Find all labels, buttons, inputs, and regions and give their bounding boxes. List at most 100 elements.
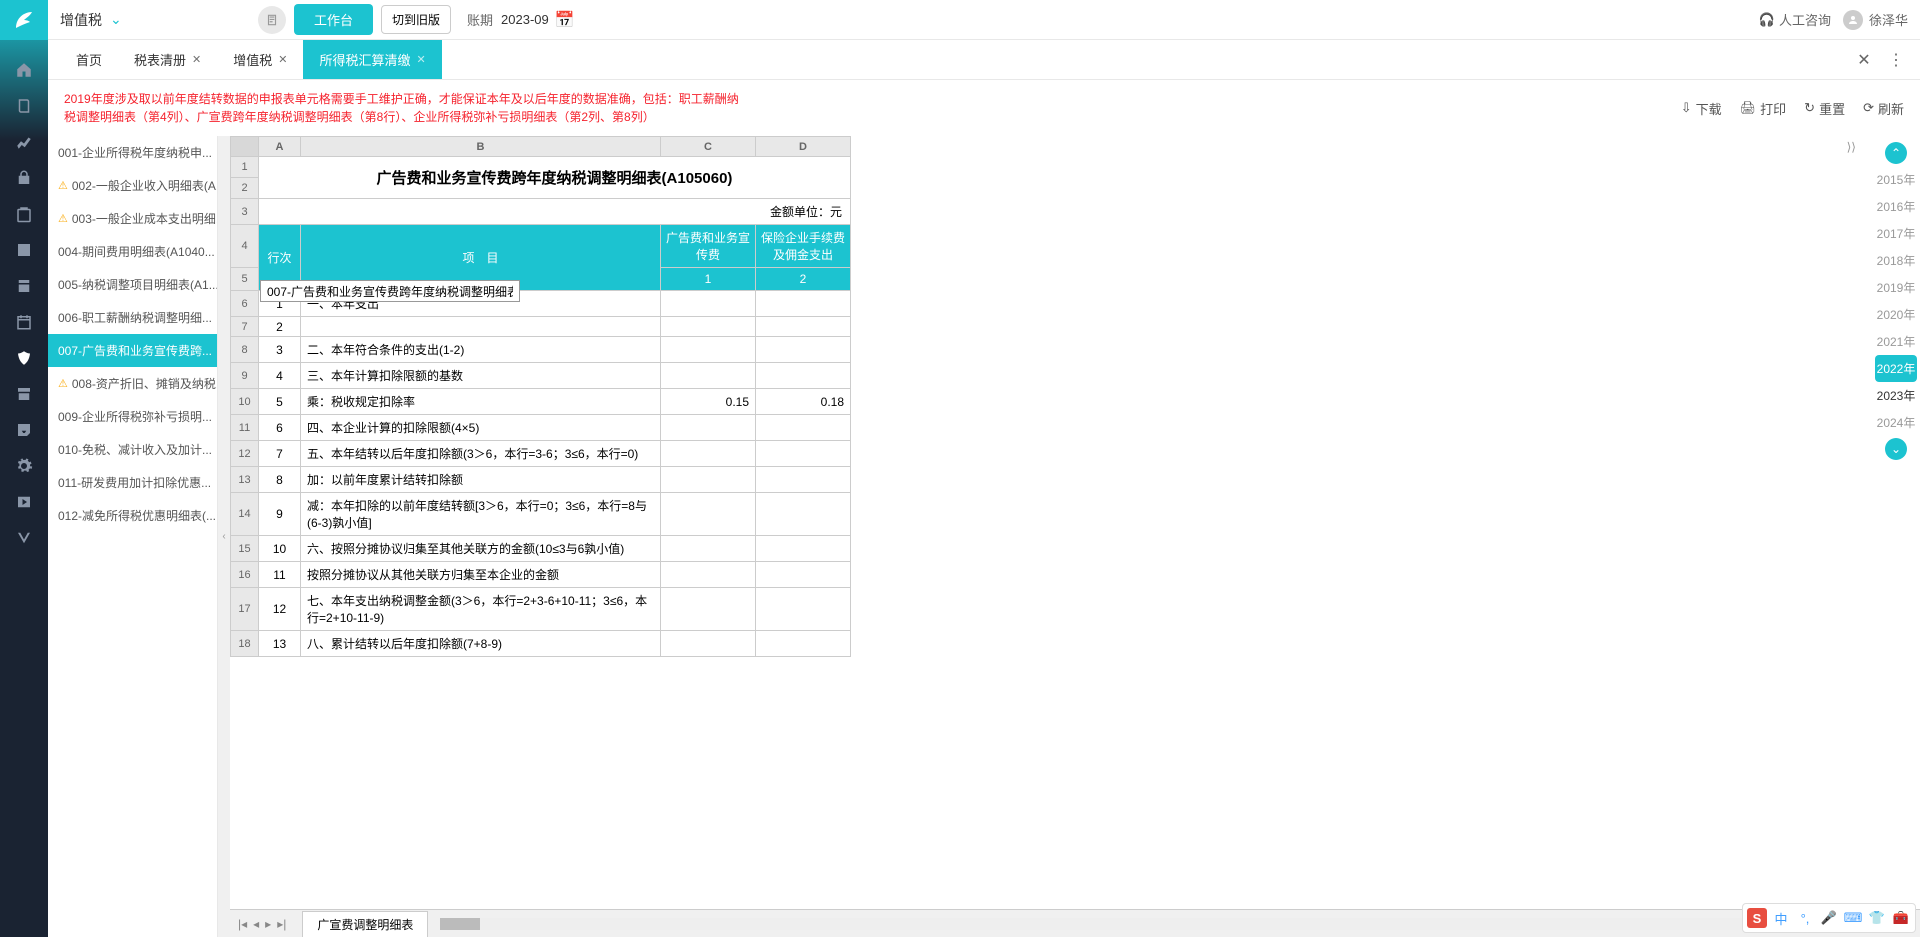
form-list-item[interactable]: 004-期间费用明细表(A1040... [48, 235, 217, 268]
value-cell[interactable] [756, 291, 851, 317]
switch-old-button[interactable]: 切到旧版 [381, 5, 451, 34]
value-cell[interactable] [756, 588, 851, 631]
doc-switch-button[interactable] [258, 6, 286, 34]
period-value[interactable]: 2023-09 [501, 12, 549, 27]
seq-cell[interactable]: 7 [259, 441, 301, 467]
row-header[interactable]: 12 [231, 441, 259, 467]
value-cell[interactable] [661, 467, 756, 493]
ime-keyboard-icon[interactable]: ⌨ [1843, 908, 1863, 928]
close-all-tabs-button[interactable]: ✕ [1852, 48, 1876, 72]
consult-link[interactable]: 🎧 人工咨询 [1759, 10, 1831, 29]
row-header[interactable]: 10 [231, 389, 259, 415]
form-list-item[interactable]: ⚠003-一般企业成本支出明细... [48, 202, 217, 235]
seq-cell[interactable]: 3 [259, 337, 301, 363]
cell-editor-input[interactable] [260, 280, 520, 302]
year-scroll-down[interactable]: ⌄ [1885, 438, 1907, 460]
sheet-tab[interactable]: 广宣费调整明细表 [302, 911, 428, 937]
value-cell[interactable] [756, 363, 851, 389]
value-cell[interactable] [756, 317, 851, 337]
sheet-nav-last[interactable]: ▸| [277, 917, 286, 931]
row-header[interactable]: 7 [231, 317, 259, 337]
value-cell[interactable] [756, 467, 851, 493]
nav-home-icon[interactable] [0, 52, 48, 88]
item-cell[interactable]: 五、本年结转以后年度扣除额(3＞6，本行=3-6；3≤6，本行=0) [301, 441, 661, 467]
ime-badge[interactable]: S [1747, 908, 1767, 928]
form-list-item[interactable]: 001-企业所得税年度纳税申... [48, 136, 217, 169]
ime-lang[interactable]: 中 [1771, 908, 1791, 928]
item-cell[interactable]: 按照分摊协议从其他关联方归集至本企业的金额 [301, 562, 661, 588]
year-button[interactable]: 2020年 [1875, 301, 1917, 328]
form-list-item[interactable]: ⚠008-资产折旧、摊销及纳税... [48, 367, 217, 400]
year-button[interactable]: 2024年 [1875, 409, 1917, 436]
reset-button[interactable]: ↻重置 [1804, 99, 1845, 118]
value-cell[interactable] [661, 562, 756, 588]
col-header[interactable]: B [301, 137, 661, 157]
form-list-item[interactable]: 012-减免所得税优惠明细表(... [48, 499, 217, 532]
seq-cell[interactable]: 5 [259, 389, 301, 415]
col-header[interactable]: D [756, 137, 851, 157]
item-cell[interactable]: 八、累计结转以后年度扣除额(7+8-9) [301, 631, 661, 657]
form-list-item[interactable]: 011-研发费用加计扣除优惠... [48, 466, 217, 499]
value-cell[interactable] [756, 337, 851, 363]
seq-cell[interactable]: 4 [259, 363, 301, 389]
nav-clipboard-icon[interactable] [0, 196, 48, 232]
user-menu[interactable]: 徐泽华 [1843, 10, 1908, 30]
nav-book-icon[interactable] [0, 88, 48, 124]
value-cell[interactable]: 0.18 [756, 389, 851, 415]
year-button[interactable]: 2016年 [1875, 193, 1917, 220]
nav-v-icon[interactable] [0, 520, 48, 556]
horizontal-scrollbar[interactable] [440, 918, 1908, 930]
value-cell[interactable] [756, 631, 851, 657]
value-cell[interactable] [661, 317, 756, 337]
ime-mic-icon[interactable]: 🎤 [1819, 908, 1839, 928]
tab-item[interactable]: 增值税✕ [217, 40, 303, 79]
tab-close-icon[interactable]: ✕ [278, 53, 287, 66]
download-button[interactable]: ⇩下载 [1681, 99, 1722, 118]
calendar-icon[interactable]: 📅 [555, 10, 575, 30]
sheet-nav-first[interactable]: |◂ [238, 917, 247, 931]
value-cell[interactable] [661, 493, 756, 536]
seq-cell[interactable]: 10 [259, 536, 301, 562]
row-header[interactable]: 15 [231, 536, 259, 562]
form-list-item[interactable]: 007-广告费和业务宣传费跨... [48, 334, 217, 367]
form-list-item[interactable]: 010-免税、减计收入及加计... [48, 433, 217, 466]
row-header[interactable]: 8 [231, 337, 259, 363]
row-header[interactable]: 18 [231, 631, 259, 657]
sheet-nav-prev[interactable]: ◂ [253, 917, 259, 931]
tab-close-icon[interactable]: ✕ [192, 53, 201, 66]
value-cell[interactable] [661, 536, 756, 562]
ime-skin-icon[interactable]: 👕 [1867, 908, 1887, 928]
row-header[interactable]: 2 [231, 178, 259, 199]
year-button[interactable]: 2015年 [1875, 166, 1917, 193]
year-button[interactable]: 2022年 [1875, 355, 1917, 382]
expand-indicator[interactable]: ⟩⟩ [1843, 136, 1860, 158]
tab-close-icon[interactable]: ✕ [417, 53, 426, 66]
seq-cell[interactable]: 8 [259, 467, 301, 493]
item-cell[interactable]: 乘：税收规定扣除率 [301, 389, 661, 415]
nav-tax-form-icon[interactable] [0, 340, 48, 376]
form-list-item[interactable]: ⚠002-一般企业收入明细表(A... [48, 169, 217, 202]
nav-video-icon[interactable] [0, 484, 48, 520]
value-cell[interactable] [661, 363, 756, 389]
row-header[interactable]: 4 [231, 225, 259, 268]
row-header[interactable]: 17 [231, 588, 259, 631]
row-header[interactable]: 1 [231, 157, 259, 178]
seq-cell[interactable]: 9 [259, 493, 301, 536]
tab-menu-button[interactable]: ⋮ [1884, 48, 1908, 72]
print-button[interactable]: 🖨打印 [1740, 99, 1787, 118]
form-list-item[interactable]: 005-纳税调整项目明细表(A1... [48, 268, 217, 301]
form-list-item[interactable]: 009-企业所得税弥补亏损明... [48, 400, 217, 433]
col-header[interactable]: A [259, 137, 301, 157]
row-header[interactable]: 11 [231, 415, 259, 441]
row-header[interactable]: 3 [231, 199, 259, 225]
value-cell[interactable] [756, 415, 851, 441]
item-cell[interactable] [301, 317, 661, 337]
value-cell[interactable] [661, 337, 756, 363]
nav-money-icon[interactable] [0, 160, 48, 196]
item-cell[interactable]: 六、按照分摊协议归集至其他关联方的金额(10≤3与6孰小值) [301, 536, 661, 562]
item-cell[interactable]: 四、本企业计算的扣除限额(4×5) [301, 415, 661, 441]
sheet-nav-next[interactable]: ▸ [265, 917, 271, 931]
nav-archive-icon[interactable] [0, 376, 48, 412]
item-cell[interactable]: 减：本年扣除的以前年度结转额[3＞6，本行=0；3≤6，本行=8与(6-3)孰小… [301, 493, 661, 536]
year-button[interactable]: 2018年 [1875, 247, 1917, 274]
